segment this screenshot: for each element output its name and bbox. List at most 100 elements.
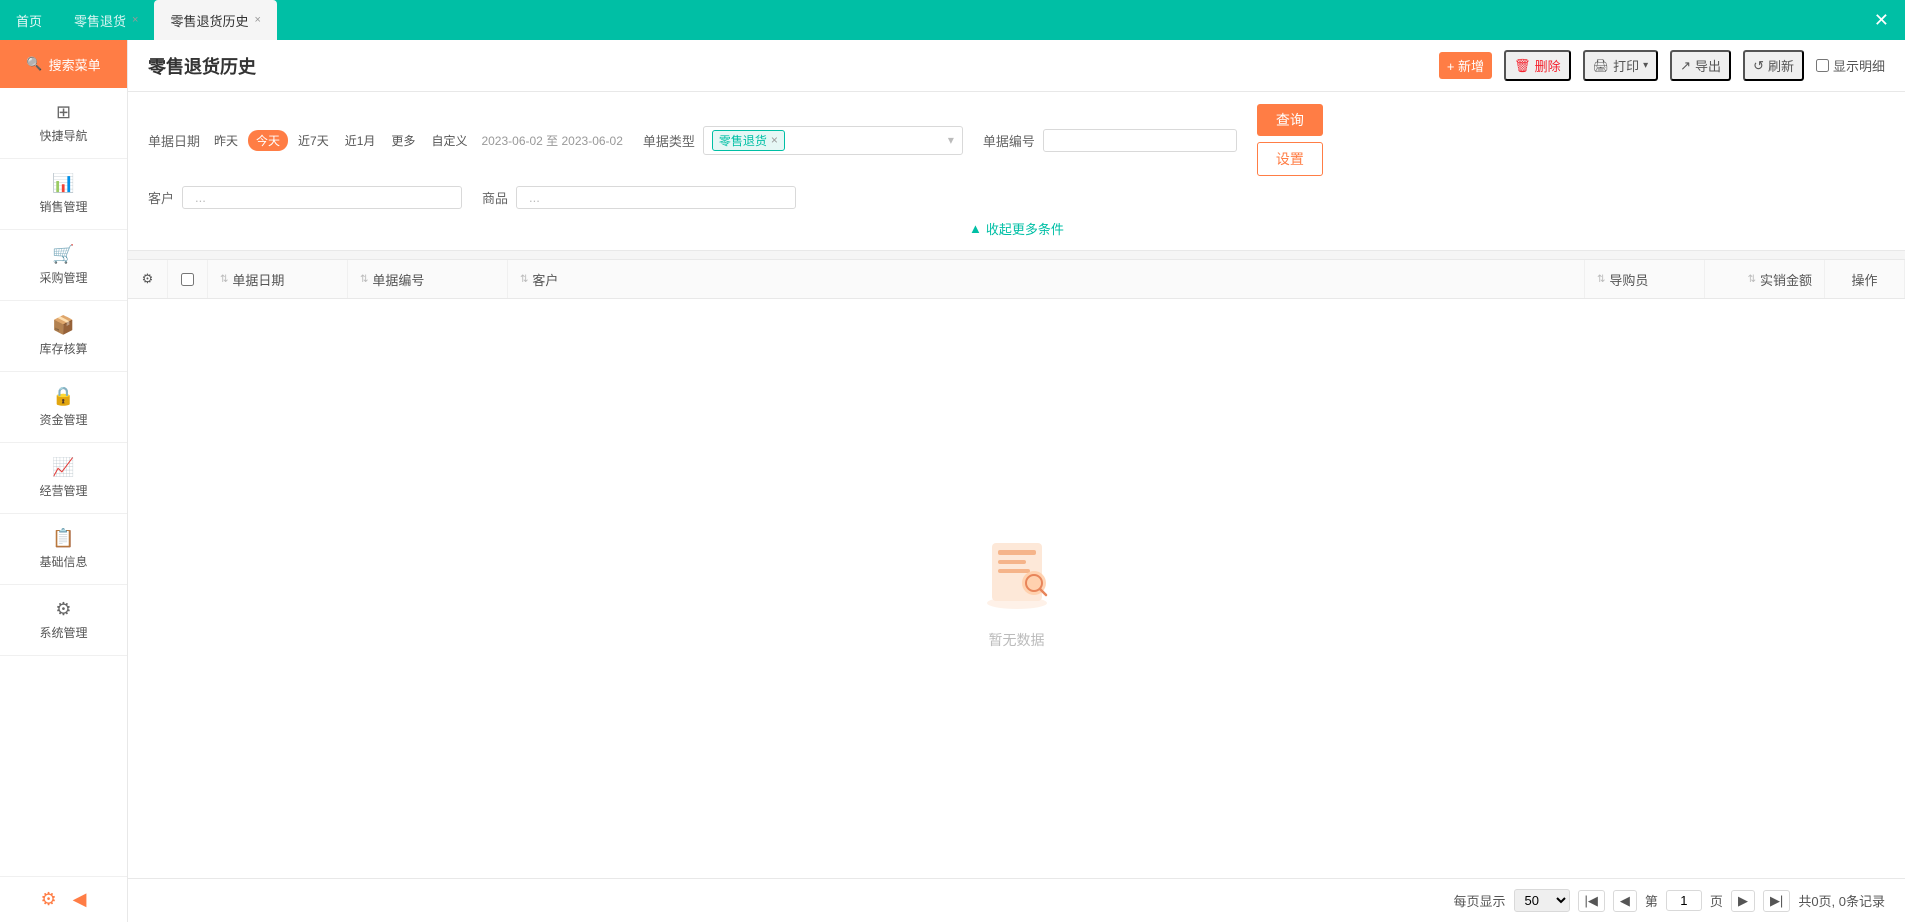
sidebar-item-inventory[interactable]: 📦 库存核算 xyxy=(0,301,127,372)
tab-retail-return-history-close[interactable]: × xyxy=(254,14,260,26)
date-btn-yesterday[interactable]: 昨天 xyxy=(208,130,244,151)
th-action-label: 操作 xyxy=(1851,270,1877,289)
bill-type-tag-close[interactable]: × xyxy=(771,133,778,147)
sort-date-icon[interactable]: ⇅ xyxy=(220,274,228,285)
sidebar-item-quick-nav-label: 快捷导航 xyxy=(39,127,87,144)
sort-amount-icon[interactable]: ⇅ xyxy=(1748,274,1756,285)
print-label: 打印 xyxy=(1613,56,1639,75)
sidebar-item-inventory-label: 库存核算 xyxy=(39,340,87,357)
search-icon: 🔍 xyxy=(26,56,42,72)
collapse-sidebar-icon[interactable]: ◀ xyxy=(73,889,87,910)
sidebar-item-purchase-mgmt[interactable]: 🛒 采购管理 xyxy=(0,230,127,301)
sidebar-item-ops-label: 经营管理 xyxy=(39,482,87,499)
tab-home-label: 首页 xyxy=(16,11,42,30)
sidebar-item-purchase-label: 采购管理 xyxy=(39,269,87,286)
goods-filter: 商品 ... xyxy=(482,186,796,209)
th-billno-label: 单据编号 xyxy=(372,270,424,289)
date-btn-today[interactable]: 今天 xyxy=(248,130,288,151)
export-button[interactable]: ↗ 导出 xyxy=(1670,50,1731,81)
date-btn-7days[interactable]: 近7天 xyxy=(292,130,335,151)
bill-type-select[interactable]: 零售退货 × ▾ xyxy=(703,126,963,155)
sidebar-item-sys-mgmt[interactable]: ⚙ 系统管理 xyxy=(0,585,127,656)
empty-state-icon xyxy=(972,528,1062,618)
tab-retail-return[interactable]: 零售退货 × xyxy=(58,0,154,40)
th-customer: ⇅ 客户 xyxy=(508,260,1585,298)
page-input[interactable] xyxy=(1666,890,1702,911)
page-size-label: 每页显示 xyxy=(1454,891,1506,910)
set-button[interactable]: 设置 xyxy=(1257,142,1323,176)
delete-button[interactable]: 🗑 删除 xyxy=(1504,50,1571,81)
sidebar-item-quick-nav[interactable]: ⊞ 快捷导航 xyxy=(0,88,127,159)
sidebar: 🔍 搜索菜单 ⊞ 快捷导航 📊 销售管理 🛒 采购管理 📦 库存核算 🔒 资金管… xyxy=(0,40,128,922)
collapse-more-conditions[interactable]: ▲ 收起更多条件 xyxy=(969,219,1064,238)
date-filter-label: 单据日期 xyxy=(148,131,200,150)
main-layout: 🔍 搜索菜单 ⊞ 快捷导航 📊 销售管理 🛒 采购管理 📦 库存核算 🔒 资金管… xyxy=(0,40,1905,922)
first-page-button[interactable]: |◀ xyxy=(1578,890,1605,912)
date-btn-custom[interactable]: 自定义 xyxy=(425,130,473,151)
tab-home[interactable]: 首页 xyxy=(0,0,58,40)
show-detail-checkbox-label[interactable]: 显示明细 xyxy=(1816,56,1885,75)
date-btn-1month[interactable]: 近1月 xyxy=(339,130,382,151)
inventory-icon: 📦 xyxy=(52,315,74,336)
delete-label: 删除 xyxy=(1535,56,1561,75)
sidebar-item-finance-mgmt[interactable]: 🔒 资金管理 xyxy=(0,372,127,443)
th-billno: ⇅ 单据编号 xyxy=(348,260,508,298)
refresh-button[interactable]: ↺ 刷新 xyxy=(1743,50,1804,81)
page-unit: 页 xyxy=(1710,891,1723,910)
customer-input[interactable]: ... xyxy=(182,186,462,209)
th-settings[interactable]: ⚙ xyxy=(128,260,168,298)
pagination: 每页显示 50 100 200 |◀ ◀ 第 页 ▶ ▶| 共0页, 0条记录 xyxy=(128,878,1905,922)
sort-customer-icon[interactable]: ⇅ xyxy=(520,274,528,285)
date-filter-buttons: 昨天 今天 近7天 近1月 更多 自定义 xyxy=(208,130,473,151)
goods-filter-label: 商品 xyxy=(482,188,508,207)
sort-guide-icon[interactable]: ⇅ xyxy=(1597,274,1605,285)
th-guide: ⇅ 导购员 xyxy=(1585,260,1705,298)
customer-ellipsis[interactable]: ... xyxy=(191,190,210,205)
th-amount-label: 实销金额 xyxy=(1760,270,1812,289)
sort-billno-icon[interactable]: ⇅ xyxy=(360,274,368,285)
settings-icon[interactable]: ⚙ xyxy=(41,889,57,910)
query-set-group: 查询 设置 xyxy=(1257,104,1323,176)
tab-retail-return-close[interactable]: × xyxy=(132,14,138,26)
content-area: 零售退货历史 + 新增 🗑 删除 🖨 打印 ▾ ↗ 导出 ↺ xyxy=(128,40,1905,922)
bill-no-filter: 单据编号 xyxy=(983,129,1237,152)
prev-page-button[interactable]: ◀ xyxy=(1613,890,1637,912)
print-button[interactable]: 🖨 打印 ▾ xyxy=(1583,50,1659,81)
goods-input[interactable]: ... xyxy=(516,186,796,209)
page-size-select[interactable]: 50 100 200 xyxy=(1514,889,1570,912)
table-header: ⚙ ⇅ 单据日期 ⇅ 单据编号 ⇅ 客户 ⇅ xyxy=(128,259,1905,299)
query-button[interactable]: 查询 xyxy=(1257,104,1323,136)
sidebar-item-basic-info[interactable]: 📋 基础信息 xyxy=(0,514,127,585)
date-range-display: 2023-06-02 至 2023-06-02 xyxy=(481,132,622,149)
filter-area: 单据日期 昨天 今天 近7天 近1月 更多 自定义 2023-06-02 至 2… xyxy=(128,92,1905,251)
add-button[interactable]: + 新增 xyxy=(1439,52,1492,79)
sidebar-item-sales-mgmt[interactable]: 📊 销售管理 xyxy=(0,159,127,230)
quick-nav-icon: ⊞ xyxy=(56,102,71,123)
export-label: 导出 xyxy=(1695,56,1721,75)
date-btn-more[interactable]: 更多 xyxy=(385,130,421,151)
sidebar-search[interactable]: 🔍 搜索菜单 xyxy=(0,40,127,88)
tab-retail-return-history-label: 零售退货历史 xyxy=(170,11,248,30)
show-detail-checkbox[interactable] xyxy=(1816,59,1829,72)
th-guide-label: 导购员 xyxy=(1609,270,1648,289)
th-checkbox[interactable] xyxy=(168,260,208,298)
goods-ellipsis[interactable]: ... xyxy=(525,190,544,205)
select-all-checkbox[interactable] xyxy=(181,273,194,286)
table-area: ⚙ ⇅ 单据日期 ⇅ 单据编号 ⇅ 客户 ⇅ xyxy=(128,259,1905,878)
window-close-icon[interactable]: ✕ xyxy=(1874,10,1889,31)
column-settings-icon[interactable]: ⚙ xyxy=(142,271,154,287)
bill-type-tags: 零售退货 × xyxy=(712,130,785,151)
th-action: 操作 xyxy=(1825,260,1905,298)
tab-retail-return-label: 零售退货 xyxy=(74,11,126,30)
sidebar-item-basic-label: 基础信息 xyxy=(39,553,87,570)
sidebar-item-ops-mgmt[interactable]: 📈 经营管理 xyxy=(0,443,127,514)
next-page-button[interactable]: ▶ xyxy=(1731,890,1755,912)
last-page-button[interactable]: ▶| xyxy=(1763,890,1790,912)
bill-type-filter: 单据类型 零售退货 × ▾ xyxy=(643,126,963,155)
sidebar-item-sys-label: 系统管理 xyxy=(39,624,87,641)
tab-retail-return-history[interactable]: 零售退货历史 × xyxy=(154,0,276,40)
bill-no-input[interactable] xyxy=(1043,129,1237,152)
show-detail-label: 显示明细 xyxy=(1833,56,1885,75)
bill-type-label: 单据类型 xyxy=(643,131,695,150)
export-icon: ↗ xyxy=(1680,58,1691,74)
